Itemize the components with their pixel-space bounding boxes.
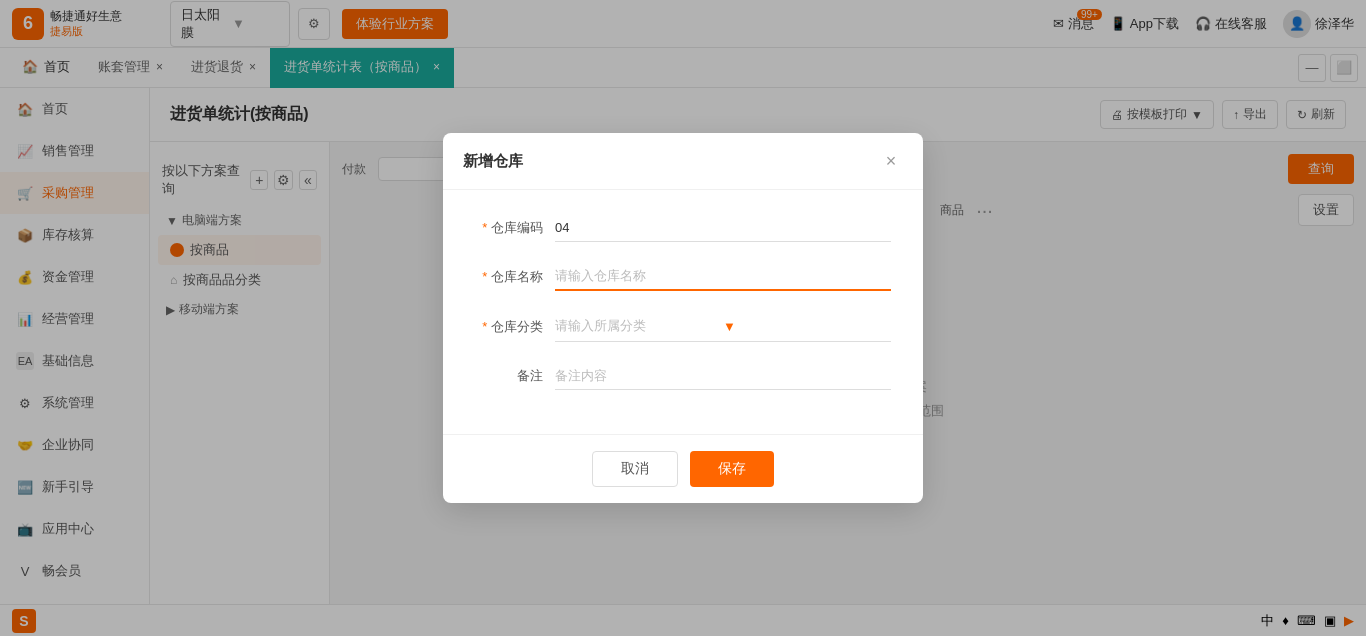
modal-footer: 取消 保存	[443, 434, 923, 503]
category-label-text: 仓库分类	[491, 319, 543, 334]
warehouse-code-input[interactable]	[555, 214, 891, 242]
category-placeholder: 请输入所属分类	[555, 317, 723, 335]
code-label-text: 仓库编码	[491, 220, 543, 235]
required-star-name: *	[482, 269, 487, 284]
remark-label: 备注	[475, 367, 555, 385]
required-star-category: *	[482, 319, 487, 334]
warehouse-category-select[interactable]: 请输入所属分类 ▼	[555, 311, 891, 342]
warehouse-remark-input[interactable]	[555, 362, 891, 390]
form-row-remark: 备注	[475, 362, 891, 390]
form-row-category: * 仓库分类 请输入所属分类 ▼	[475, 311, 891, 342]
code-label: * 仓库编码	[475, 219, 555, 237]
category-label: * 仓库分类	[475, 318, 555, 336]
modal-header: 新增仓库 ×	[443, 133, 923, 190]
cancel-button[interactable]: 取消	[592, 451, 678, 487]
form-row-code: * 仓库编码	[475, 214, 891, 242]
modal-title: 新增仓库	[463, 152, 879, 171]
modal-body: * 仓库编码 * 仓库名称 * 仓库分类 请输入	[443, 190, 923, 434]
remark-label-text: 备注	[517, 368, 543, 383]
modal-overlay[interactable]: 新增仓库 × * 仓库编码 * 仓库名称	[0, 0, 1366, 636]
name-label-text: 仓库名称	[491, 269, 543, 284]
warehouse-name-input[interactable]	[555, 262, 891, 291]
category-dropdown-arrow: ▼	[723, 319, 891, 334]
name-label: * 仓库名称	[475, 268, 555, 286]
form-row-name: * 仓库名称	[475, 262, 891, 291]
required-star-code: *	[482, 220, 487, 235]
save-button[interactable]: 保存	[690, 451, 774, 487]
modal-close-button[interactable]: ×	[879, 149, 903, 173]
new-warehouse-modal: 新增仓库 × * 仓库编码 * 仓库名称	[443, 133, 923, 503]
